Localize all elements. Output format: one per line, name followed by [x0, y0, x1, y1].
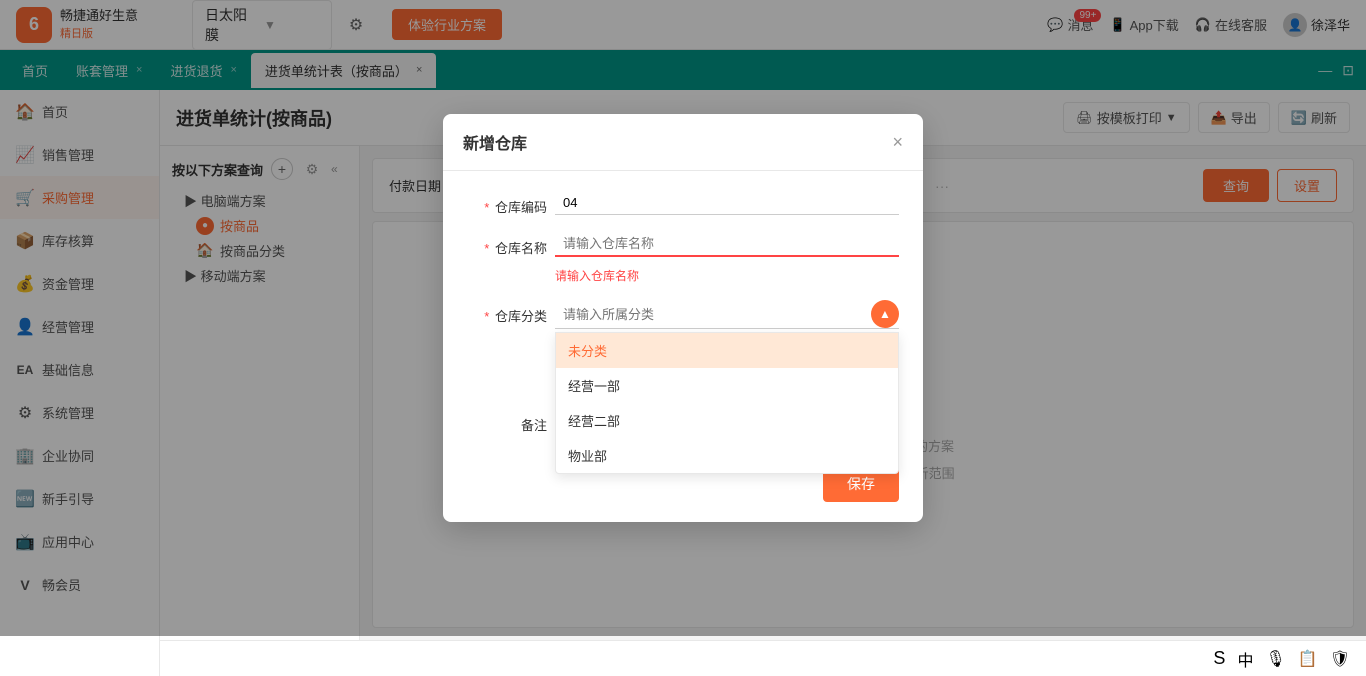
modal-header: 新增仓库 × — [443, 114, 923, 171]
category-input-row: ▲ — [555, 300, 899, 329]
note-label: 备注 — [467, 409, 547, 434]
name-field-row: * 仓库名称 请输入仓库名称 — [467, 232, 899, 284]
category-wrapper: ▲ 未分类 经营一部 经营二部 物业部 — [555, 300, 899, 329]
status-icon-3[interactable]: 🎙 — [1265, 649, 1285, 669]
dropdown-item-property[interactable]: 物业部 — [556, 438, 898, 473]
code-input[interactable] — [555, 191, 899, 215]
status-icon-4[interactable]: 📋 — [1298, 649, 1318, 669]
category-label: * 仓库分类 — [467, 300, 547, 325]
status-icon-1[interactable]: S — [1213, 648, 1225, 669]
code-field-row: * 仓库编码 — [467, 191, 899, 216]
dropdown-item-ops1[interactable]: 经营一部 — [556, 368, 898, 403]
name-input[interactable] — [555, 232, 899, 257]
name-label: * 仓库名称 — [467, 232, 547, 257]
category-field-row: * 仓库分类 ▲ 未分类 经营一部 — [467, 300, 899, 329]
status-icon-2[interactable]: 中 — [1237, 647, 1253, 671]
modal-title: 新增仓库 — [463, 130, 527, 154]
name-error-message: 请输入仓库名称 — [555, 267, 899, 284]
category-input[interactable] — [555, 303, 871, 326]
category-dropdown: 未分类 经营一部 经营二部 物业部 — [555, 332, 899, 474]
dropdown-item-ops2[interactable]: 经营二部 — [556, 403, 898, 438]
status-icon-5[interactable]: 🛡 — [1330, 649, 1350, 669]
status-bar: S 中 🎙 📋 🛡 — [160, 640, 1366, 676]
modal-overlay: 新增仓库 × * 仓库编码 * 仓库名称 — [0, 0, 1366, 636]
category-chevron-button[interactable]: ▲ — [871, 300, 899, 328]
dropdown-item-uncategorized[interactable]: 未分类 — [556, 333, 898, 368]
code-label: * 仓库编码 — [467, 191, 547, 216]
add-warehouse-modal: 新增仓库 × * 仓库编码 * 仓库名称 — [443, 114, 923, 522]
modal-body: * 仓库编码 * 仓库名称 请输入仓库名称 — [443, 171, 923, 434]
modal-close-button[interactable]: × — [892, 132, 903, 153]
